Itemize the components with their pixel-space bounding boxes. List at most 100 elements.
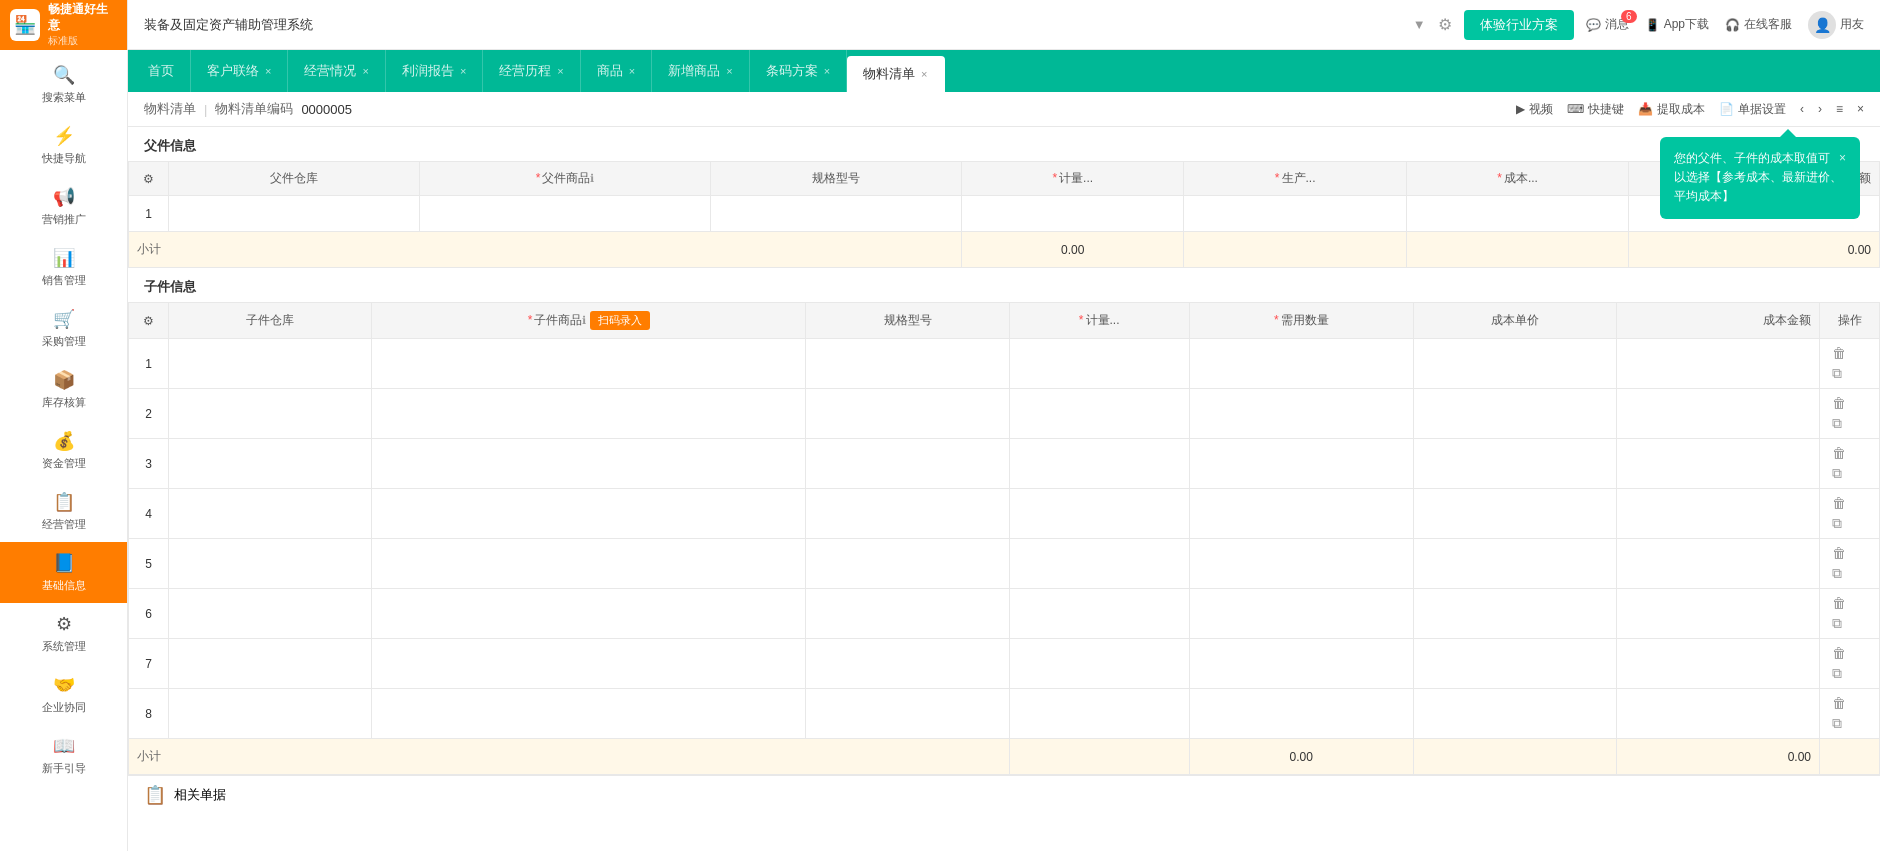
child-qty-3[interactable] xyxy=(1189,489,1413,539)
parent-product-cell[interactable] xyxy=(419,196,711,232)
view-video-btn[interactable]: ▶ 视频 xyxy=(1516,101,1553,118)
parent-cost-cell[interactable] xyxy=(1406,196,1628,232)
delete-row-6[interactable]: 🗑 xyxy=(1828,643,1850,663)
prev-btn[interactable]: ‹ xyxy=(1800,102,1804,116)
parent-spec-cell[interactable] xyxy=(711,196,962,232)
delete-row-3[interactable]: 🗑 xyxy=(1828,493,1850,513)
delete-row-5[interactable]: 🗑 xyxy=(1828,593,1850,613)
child-qty-0[interactable] xyxy=(1189,339,1413,389)
nav-tab-0[interactable]: 首页 xyxy=(132,50,191,92)
nav-tab-8[interactable]: 物料清单× xyxy=(847,56,944,92)
copy-row-4[interactable]: ⧉ xyxy=(1828,563,1846,584)
delete-row-4[interactable]: 🗑 xyxy=(1828,543,1850,563)
tab-close-8[interactable]: × xyxy=(921,68,927,80)
copy-row-0[interactable]: ⧉ xyxy=(1828,363,1846,384)
nav-tab-4[interactable]: 经营历程× xyxy=(483,50,580,92)
child-qty-7[interactable] xyxy=(1189,689,1413,739)
child-qty-2[interactable] xyxy=(1189,439,1413,489)
copy-row-6[interactable]: ⧉ xyxy=(1828,663,1846,684)
child-warehouse-7[interactable] xyxy=(169,689,372,739)
child-unit-4[interactable] xyxy=(1009,539,1189,589)
child-unit-cost-3[interactable] xyxy=(1413,489,1616,539)
single-settings-btn[interactable]: 📄 单据设置 xyxy=(1719,101,1786,118)
child-unit-5[interactable] xyxy=(1009,589,1189,639)
shortcut-btn[interactable]: ⌨ 快捷键 xyxy=(1567,101,1624,118)
copy-row-7[interactable]: ⧉ xyxy=(1828,713,1846,734)
tab-close-7[interactable]: × xyxy=(824,65,830,77)
child-product-2[interactable] xyxy=(372,439,806,489)
child-product-4[interactable] xyxy=(372,539,806,589)
child-spec-3[interactable] xyxy=(806,489,1009,539)
child-warehouse-3[interactable] xyxy=(169,489,372,539)
child-qty-1[interactable] xyxy=(1189,389,1413,439)
copy-row-3[interactable]: ⧉ xyxy=(1828,513,1846,534)
message-btn[interactable]: 💬 消息 6 xyxy=(1586,16,1629,33)
child-col-settings[interactable]: ⚙ xyxy=(129,303,169,339)
delete-row-7[interactable]: 🗑 xyxy=(1828,693,1850,713)
online-service-btn[interactable]: 🎧 在线客服 xyxy=(1725,16,1792,33)
scan-input-btn[interactable]: 扫码录入 xyxy=(590,311,650,330)
child-warehouse-4[interactable] xyxy=(169,539,372,589)
extract-cost-btn[interactable]: 📥 提取成本 xyxy=(1638,101,1705,118)
child-unit-0[interactable] xyxy=(1009,339,1189,389)
child-spec-5[interactable] xyxy=(806,589,1009,639)
child-unit-cost-4[interactable] xyxy=(1413,539,1616,589)
child-unit-cost-2[interactable] xyxy=(1413,439,1616,489)
nav-tab-7[interactable]: 条码方案× xyxy=(750,50,847,92)
child-qty-5[interactable] xyxy=(1189,589,1413,639)
child-product-6[interactable] xyxy=(372,639,806,689)
child-unit-3[interactable] xyxy=(1009,489,1189,539)
delete-row-0[interactable]: 🗑 xyxy=(1828,343,1850,363)
child-unit-cost-0[interactable] xyxy=(1413,339,1616,389)
parent-prod-cell[interactable] xyxy=(1184,196,1406,232)
child-spec-4[interactable] xyxy=(806,539,1009,589)
child-unit-cost-6[interactable] xyxy=(1413,639,1616,689)
parent-warehouse-cell[interactable] xyxy=(169,196,420,232)
nav-tab-5[interactable]: 商品× xyxy=(581,50,652,92)
parent-col-settings[interactable]: ⚙ xyxy=(129,162,169,196)
tooltip-close-btn[interactable]: × xyxy=(1839,149,1846,168)
child-warehouse-2[interactable] xyxy=(169,439,372,489)
tab-close-6[interactable]: × xyxy=(726,65,732,77)
tab-close-1[interactable]: × xyxy=(265,65,271,77)
close-btn[interactable]: × xyxy=(1857,102,1864,116)
tab-close-2[interactable]: × xyxy=(362,65,368,77)
sidebar-item-2[interactable]: 📢营销推广 xyxy=(0,176,127,237)
child-unit-1[interactable] xyxy=(1009,389,1189,439)
child-spec-0[interactable] xyxy=(806,339,1009,389)
tab-close-3[interactable]: × xyxy=(460,65,466,77)
sidebar-item-8[interactable]: 📘基础信息 xyxy=(0,542,127,603)
child-spec-6[interactable] xyxy=(806,639,1009,689)
child-unit-2[interactable] xyxy=(1009,439,1189,489)
app-download-btn[interactable]: 📱 App下载 xyxy=(1645,16,1709,33)
child-warehouse-1[interactable] xyxy=(169,389,372,439)
sidebar-item-4[interactable]: 🛒采购管理 xyxy=(0,298,127,359)
child-unit-cost-1[interactable] xyxy=(1413,389,1616,439)
child-warehouse-0[interactable] xyxy=(169,339,372,389)
child-qty-6[interactable] xyxy=(1189,639,1413,689)
child-product-1[interactable] xyxy=(372,389,806,439)
sidebar-item-11[interactable]: 📖新手引导 xyxy=(0,725,127,786)
child-unit-6[interactable] xyxy=(1009,639,1189,689)
sidebar-item-5[interactable]: 📦库存核算 xyxy=(0,359,127,420)
child-product-7[interactable] xyxy=(372,689,806,739)
sidebar-item-10[interactable]: 🤝企业协同 xyxy=(0,664,127,725)
copy-row-1[interactable]: ⧉ xyxy=(1828,413,1846,434)
nav-tab-2[interactable]: 经营情况× xyxy=(288,50,385,92)
child-unit-7[interactable] xyxy=(1009,689,1189,739)
sidebar-item-7[interactable]: 📋经营管理 xyxy=(0,481,127,542)
settings-icon[interactable]: ⚙ xyxy=(1438,15,1452,34)
child-warehouse-6[interactable] xyxy=(169,639,372,689)
user-menu[interactable]: 👤 用友 xyxy=(1808,11,1864,39)
menu-btn[interactable]: ≡ xyxy=(1836,102,1843,116)
sidebar-item-0[interactable]: 🔍搜索菜单 xyxy=(0,54,127,115)
nav-tab-1[interactable]: 客户联络× xyxy=(191,50,288,92)
tab-close-4[interactable]: × xyxy=(557,65,563,77)
child-product-5[interactable] xyxy=(372,589,806,639)
child-product-3[interactable] xyxy=(372,489,806,539)
child-warehouse-5[interactable] xyxy=(169,589,372,639)
child-spec-2[interactable] xyxy=(806,439,1009,489)
topbar-dropdown-arrow[interactable]: ▼ xyxy=(1413,17,1426,32)
parent-unit-cell[interactable] xyxy=(962,196,1184,232)
tab-close-5[interactable]: × xyxy=(629,65,635,77)
